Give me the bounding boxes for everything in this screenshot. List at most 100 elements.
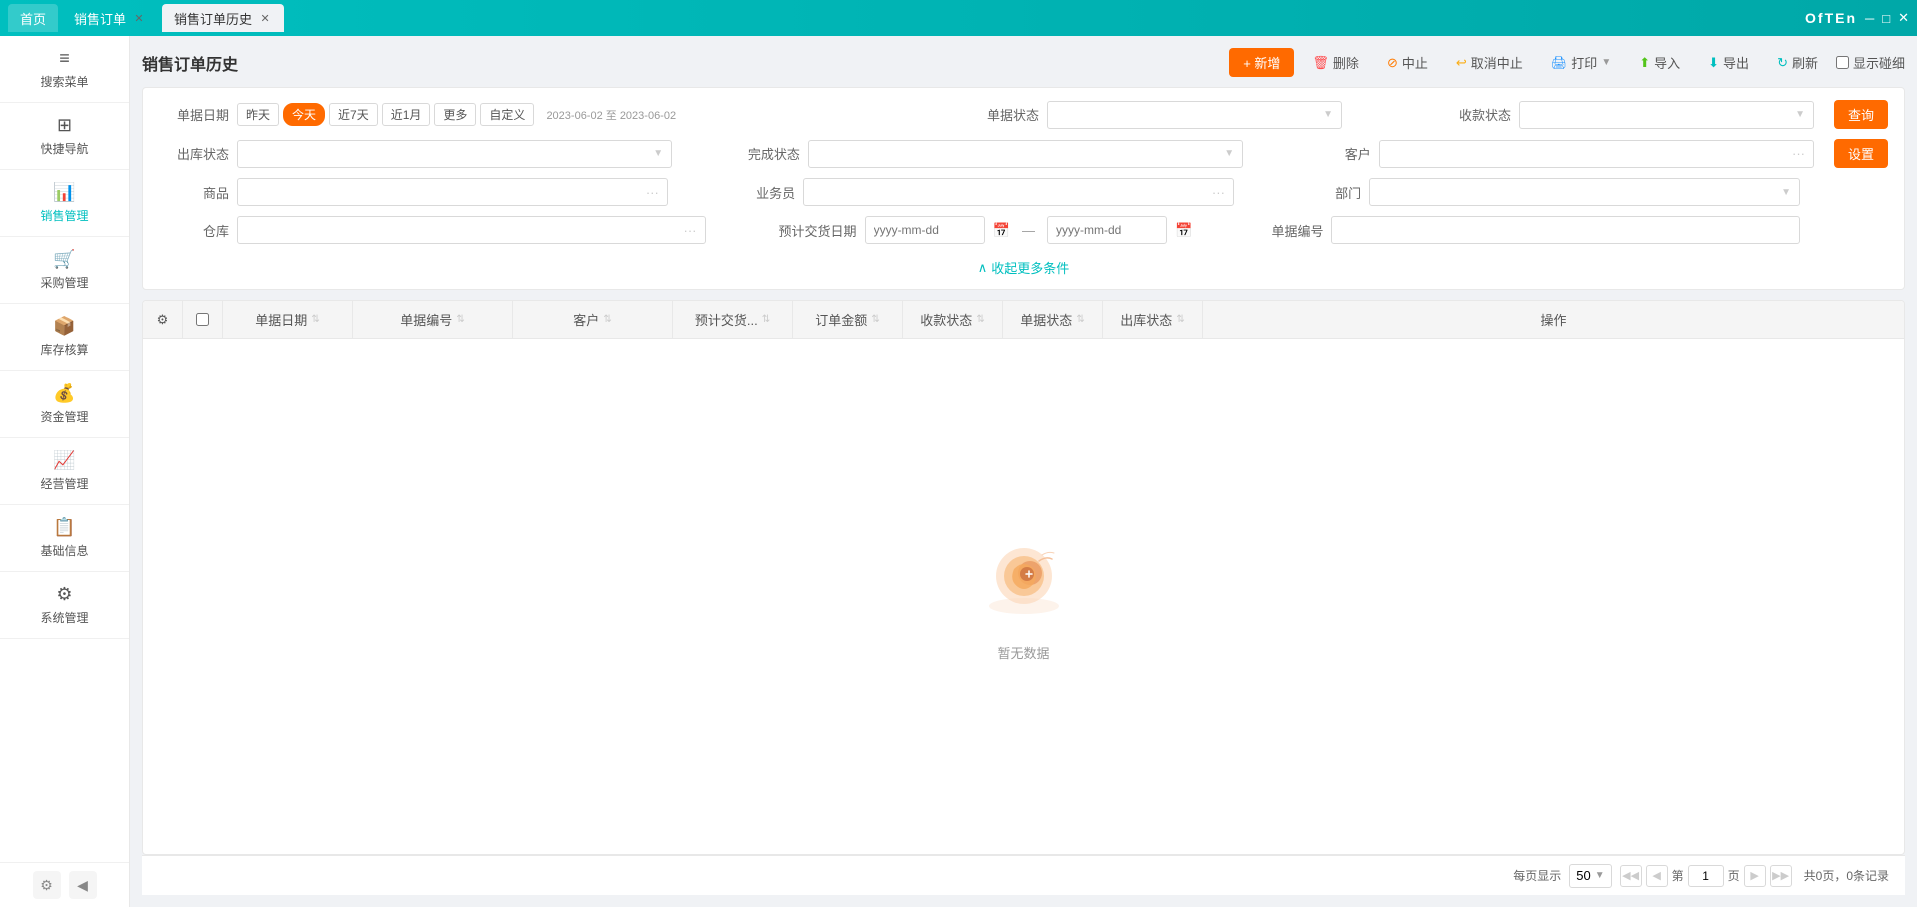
goods-select[interactable]: ··· bbox=[237, 178, 668, 206]
receipt-select[interactable]: ▼ bbox=[1519, 101, 1814, 129]
th-date-sort[interactable]: ⇅ bbox=[311, 314, 319, 325]
prev-page-button[interactable]: ◀ bbox=[1646, 865, 1668, 887]
sidebar-item-quick-nav[interactable]: ⊞ 快捷导航 bbox=[0, 103, 129, 170]
order-no-input[interactable] bbox=[1331, 216, 1800, 244]
sidebar-item-sales-mgmt[interactable]: 📊 销售管理 bbox=[0, 170, 129, 237]
tab-home[interactable]: 首页 bbox=[8, 4, 58, 32]
sidebar-item-purchase-mgmt[interactable]: 🛒 采购管理 bbox=[0, 237, 129, 304]
th-delivery: 预计交货... ⇅ bbox=[673, 301, 793, 338]
collapse-row[interactable]: ∧ 收起更多条件 bbox=[159, 254, 1888, 277]
th-delivery-sort[interactable]: ⇅ bbox=[762, 314, 770, 325]
customer-select[interactable]: ··· bbox=[1379, 140, 1814, 168]
sidebar-item-finance[interactable]: 💰 资金管理 bbox=[0, 371, 129, 438]
date-separator: — bbox=[1018, 223, 1039, 238]
page-size-select[interactable]: 50 ▼ bbox=[1569, 864, 1611, 888]
th-receipt-sort[interactable]: ⇅ bbox=[976, 314, 984, 325]
date-btn-yesterday[interactable]: 昨天 bbox=[237, 103, 279, 126]
delivery-start-input[interactable] bbox=[865, 216, 985, 244]
window-minimize[interactable]: ─ bbox=[1865, 11, 1874, 26]
table-container: ⚙ 单据日期 ⇅ 单据编号 ⇅ 客户 ⇅ bbox=[142, 300, 1905, 855]
display-detail-text: 显示碰细 bbox=[1853, 53, 1905, 72]
th-status: 单据状态 ⇅ bbox=[1003, 301, 1103, 338]
th-order-no-sort[interactable]: ⇅ bbox=[456, 314, 464, 325]
import-button[interactable]: ⬆ 导入 bbox=[1629, 49, 1690, 76]
sidebar-item-sales-mgmt-label: 销售管理 bbox=[40, 207, 88, 224]
th-customer-sort[interactable]: ⇅ bbox=[603, 314, 611, 325]
calendar-icon-end[interactable]: 📅 bbox=[1175, 222, 1192, 239]
brand-text: OfTEn bbox=[1805, 10, 1857, 26]
complete-label: 完成状态 bbox=[730, 144, 800, 163]
sidebar-item-search-menu[interactable]: ≡ 搜索菜单 bbox=[0, 36, 129, 103]
delete-icon: 🗑 bbox=[1312, 55, 1329, 71]
warehouse-select[interactable]: ··· bbox=[237, 216, 706, 244]
collapse-sidebar-icon[interactable]: ◀ bbox=[69, 871, 97, 899]
sidebar-item-base-info-label: 基础信息 bbox=[40, 542, 88, 559]
date-btn-more[interactable]: 更多 bbox=[434, 103, 476, 126]
delivery-end-input[interactable] bbox=[1047, 216, 1167, 244]
print-dropdown-icon[interactable]: ▼ bbox=[1601, 57, 1611, 68]
th-check[interactable] bbox=[183, 301, 223, 338]
tab-sales-order-close[interactable]: ✕ bbox=[132, 11, 146, 25]
filter-row-2: 出库状态 ▼ 完成状态 ▼ 客户 ··· bbox=[159, 139, 1888, 168]
th-date: 单据日期 ⇅ bbox=[223, 301, 353, 338]
sidebar-bottom: ⚙ ◀ bbox=[0, 862, 129, 907]
refresh-button-label: 刷新 bbox=[1792, 53, 1818, 72]
th-order-no-label: 单据编号 bbox=[400, 310, 452, 329]
display-detail-checkbox[interactable] bbox=[1836, 56, 1849, 69]
th-out-status: 出库状态 ⇅ bbox=[1103, 301, 1203, 338]
date-btn-today[interactable]: 今天 bbox=[283, 103, 325, 126]
th-status-sort[interactable]: ⇅ bbox=[1076, 314, 1084, 325]
th-amount-sort[interactable]: ⇅ bbox=[871, 314, 879, 325]
select-all-checkbox[interactable] bbox=[196, 313, 209, 326]
delete-button[interactable]: 🗑 删除 bbox=[1302, 49, 1369, 76]
th-amount: 订单金额 ⇅ bbox=[793, 301, 903, 338]
date-btn-1month[interactable]: 近1月 bbox=[382, 103, 431, 126]
th-ops: 操作 bbox=[1203, 301, 1904, 338]
settings-icon: ⚙ bbox=[157, 312, 169, 328]
stop-button-label: 中止 bbox=[1402, 53, 1428, 72]
cancel-stop-button[interactable]: ↩ 取消中止 bbox=[1446, 49, 1533, 76]
import-button-label: 导入 bbox=[1654, 53, 1680, 72]
settings-bottom-icon[interactable]: ⚙ bbox=[33, 871, 61, 899]
out-status-dropdown-icon: ▼ bbox=[653, 148, 663, 159]
refresh-button[interactable]: ↻ 刷新 bbox=[1767, 49, 1828, 76]
salesman-dots: ··· bbox=[1212, 185, 1225, 200]
table-header: ⚙ 单据日期 ⇅ 单据编号 ⇅ 客户 ⇅ bbox=[143, 301, 1904, 339]
salesman-select[interactable]: ··· bbox=[803, 178, 1234, 206]
query-button[interactable]: 查询 bbox=[1834, 100, 1888, 129]
date-btn-7days[interactable]: 近7天 bbox=[329, 103, 378, 126]
last-page-button[interactable]: ▶▶ bbox=[1770, 865, 1792, 887]
customer-label: 客户 bbox=[1301, 144, 1371, 163]
base-info-icon: 📋 bbox=[53, 517, 75, 538]
status-select[interactable]: ▼ bbox=[1047, 101, 1342, 129]
sidebar-item-inventory[interactable]: 📦 库存核算 bbox=[0, 304, 129, 371]
first-page-button[interactable]: ◀◀ bbox=[1620, 865, 1642, 887]
tab-sales-order[interactable]: 销售订单 ✕ bbox=[62, 4, 158, 32]
calendar-icon-start[interactable]: 📅 bbox=[993, 222, 1010, 239]
export-button[interactable]: ⬇ 导出 bbox=[1698, 49, 1759, 76]
date-btn-custom[interactable]: 自定义 bbox=[480, 103, 534, 126]
settings-button[interactable]: 设置 bbox=[1834, 139, 1888, 168]
stop-button[interactable]: ⊘ 中止 bbox=[1377, 49, 1438, 76]
out-status-select[interactable]: ▼ bbox=[237, 140, 672, 168]
window-close[interactable]: ✕ bbox=[1898, 10, 1909, 26]
page-nav: ◀◀ ◀ 第 页 ▶ ▶▶ 共0页，0条记录 bbox=[1620, 865, 1889, 887]
sidebar-item-operations[interactable]: 📈 经营管理 bbox=[0, 438, 129, 505]
warehouse-label: 仓库 bbox=[159, 221, 229, 240]
page-number-input[interactable] bbox=[1688, 865, 1724, 887]
dept-select[interactable]: ▼ bbox=[1369, 178, 1800, 206]
tab-sales-order-history[interactable]: 销售订单历史 ✕ bbox=[162, 4, 284, 32]
print-button[interactable]: 🖨 打印 ▼ bbox=[1541, 49, 1621, 76]
import-icon: ⬆ bbox=[1639, 55, 1650, 71]
complete-select[interactable]: ▼ bbox=[808, 140, 1243, 168]
sidebar-item-base-info[interactable]: 📋 基础信息 bbox=[0, 505, 129, 572]
display-detail-label[interactable]: 显示碰细 bbox=[1836, 53, 1905, 72]
sidebar-item-sys-mgmt[interactable]: ⚙ 系统管理 bbox=[0, 572, 129, 639]
window-maximize[interactable]: □ bbox=[1882, 11, 1890, 26]
page-label-before: 第 bbox=[1672, 867, 1684, 884]
next-page-button[interactable]: ▶ bbox=[1744, 865, 1766, 887]
th-out-status-sort[interactable]: ⇅ bbox=[1176, 314, 1184, 325]
th-settings[interactable]: ⚙ bbox=[143, 301, 183, 338]
tab-sales-order-history-close[interactable]: ✕ bbox=[258, 11, 272, 25]
new-button[interactable]: + 新增 bbox=[1229, 48, 1294, 77]
